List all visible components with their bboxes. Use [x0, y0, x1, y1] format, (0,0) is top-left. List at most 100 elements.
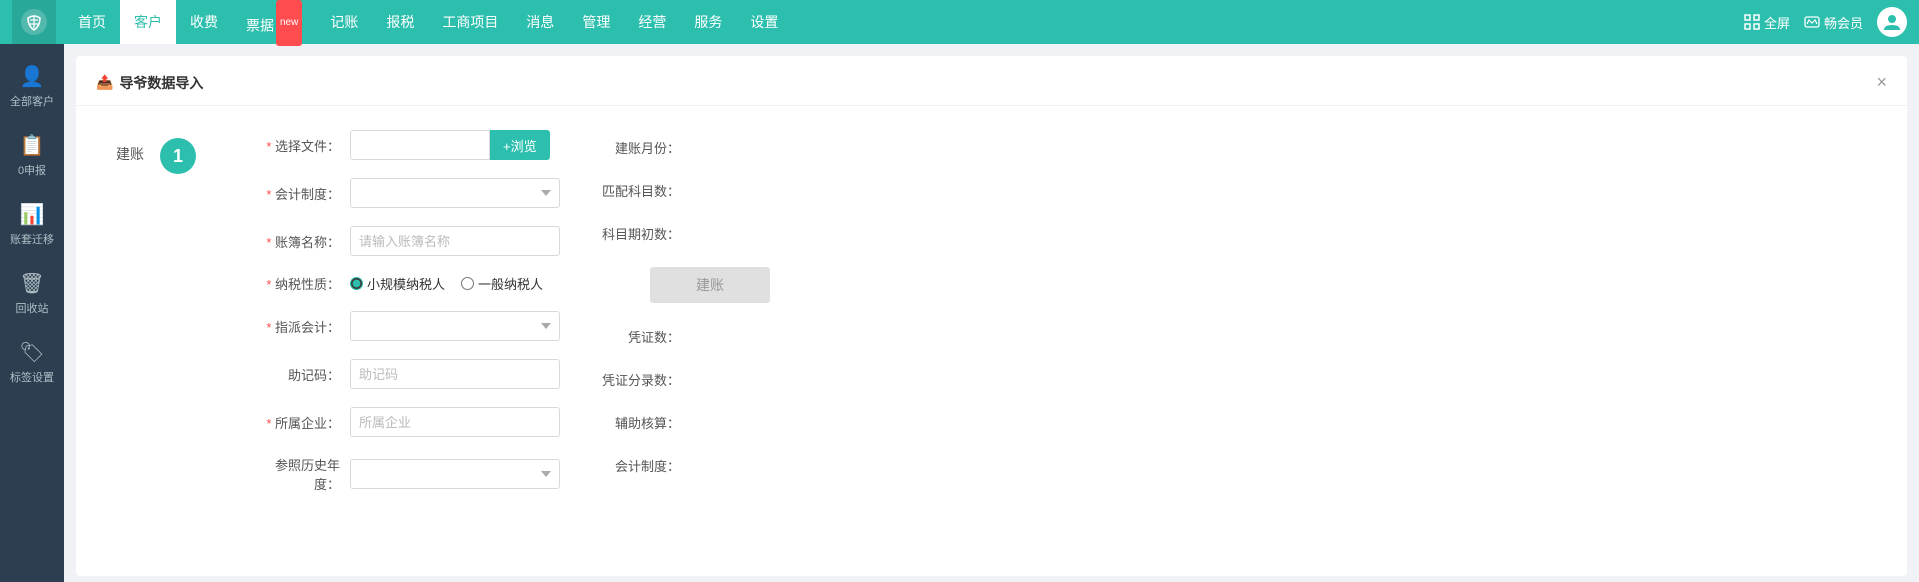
nav-item-tax[interactable]: 报税 [372, 0, 428, 44]
card-header: 📤 导爷数据导入 × [76, 56, 1907, 106]
tax-type-row: * 纳税性质： 小规模纳税人 一般纳税人 [260, 274, 560, 293]
nav-item-bookkeeping[interactable]: 记账 [316, 0, 372, 44]
all-clients-icon: 👤 [20, 64, 45, 89]
memo-code-input[interactable] [350, 359, 560, 389]
radio-general-label: 一般纳税人 [478, 274, 543, 293]
file-row: * 选择文件： +浏览 [260, 130, 560, 160]
radio-small-scale[interactable]: 小规模纳税人 [350, 274, 445, 293]
file-input-group: +浏览 [350, 130, 550, 160]
nav-item-settings[interactable]: 设置 [736, 0, 792, 44]
browse-button[interactable]: +浏览 [490, 130, 550, 160]
build-month-label: 建账月份： [600, 138, 690, 157]
create-btn-area: 建账 [600, 267, 820, 303]
tax-type-label: * 纳税性质： [260, 274, 350, 293]
assign-accountant-label: * 指派会计： [260, 317, 350, 336]
tags-label: 标签设置 [10, 369, 54, 385]
nav-item-invoice[interactable]: 票据new [232, 0, 316, 44]
belong-company-row: * 所属企业： [260, 407, 560, 437]
vip-label: 畅会员 [1824, 13, 1863, 32]
declare-icon: 📋 [20, 133, 45, 158]
reference-year-label: 参照历史年度： [260, 455, 350, 493]
title-icon: 📤 [96, 74, 113, 91]
fullscreen-label: 全屏 [1764, 13, 1790, 32]
voucher-count-label: 凭证数： [600, 327, 690, 346]
trash-icon: 🗑 [19, 271, 44, 296]
migrate-label: 账套迁移 [10, 231, 54, 247]
voucher-entries-row: 凭证分录数： [600, 370, 820, 389]
accounting-system-select[interactable] [350, 178, 560, 208]
nav-right: 全屏 畅会员 [1744, 7, 1907, 37]
sidebar-item-tags[interactable]: 🏷 标签设置 [0, 328, 64, 397]
step-label: 建账 [116, 138, 144, 164]
initial-balance-row: 科目期初数： [600, 224, 820, 243]
sidebar-item-migrate[interactable]: 📊 账套迁移 [0, 190, 64, 259]
nav-item-service[interactable]: 服务 [680, 0, 736, 44]
radio-general-input[interactable] [461, 277, 474, 290]
logo-icon [20, 8, 48, 36]
migrate-icon: 📊 [20, 202, 45, 227]
ledger-name-label: * 账簿名称： [260, 232, 350, 251]
new-badge: new [276, 0, 302, 46]
sidebar: 👤 全部客户 📋 0申报 📊 账套迁移 🗑 回收站 🏷 标签设置 [0, 44, 64, 582]
nav-item-clients[interactable]: 客户 [120, 0, 176, 44]
radio-small-scale-label: 小规模纳税人 [367, 274, 445, 293]
belong-company-label: * 所属企业： [260, 413, 350, 432]
close-button[interactable]: × [1876, 72, 1887, 93]
form-wrapper: 建账 1 * 选择文件： +浏览 [76, 106, 1907, 535]
sidebar-item-declare[interactable]: 📋 0申报 [0, 121, 64, 190]
accounting-system-label: * 会计制度： [260, 184, 350, 203]
trash-label: 回收站 [16, 300, 49, 316]
match-subjects-row: 匹配科目数： [600, 181, 820, 200]
memo-code-label: 助记码： [260, 365, 350, 384]
sidebar-item-trash[interactable]: 🗑 回收站 [0, 259, 64, 328]
match-subjects-label: 匹配科目数： [600, 181, 690, 200]
file-input[interactable] [350, 130, 490, 160]
build-month-row: 建账月份： [600, 138, 820, 157]
step-badge-area: 建账 1 [116, 138, 196, 511]
step-circle: 1 [160, 138, 196, 174]
user-avatar[interactable] [1877, 7, 1907, 37]
nav-item-operations[interactable]: 经营 [624, 0, 680, 44]
nav-item-business[interactable]: 工商项目 [428, 0, 512, 44]
form-left: * 选择文件： +浏览 * 会计制度： [260, 130, 560, 511]
belong-company-input[interactable] [350, 407, 560, 437]
ledger-name-row: * 账簿名称： [260, 226, 560, 256]
vip-button[interactable]: 畅会员 [1804, 13, 1863, 32]
sidebar-item-all-clients[interactable]: 👤 全部客户 [0, 52, 64, 121]
dialog-title: 📤 导爷数据导入 [96, 73, 203, 93]
voucher-count-row: 凭证数： [600, 327, 820, 346]
accounting-system-right-row: 会计制度： [600, 456, 820, 475]
all-clients-label: 全部客户 [10, 93, 54, 109]
content-area: 📤 导爷数据导入 × 建账 1 * 选择文件： [64, 44, 1919, 582]
main-layout: 👤 全部客户 📋 0申报 📊 账套迁移 🗑 回收站 🏷 标签设置 📤 导 [0, 44, 1919, 582]
logo [12, 0, 56, 44]
fullscreen-button[interactable]: 全屏 [1744, 13, 1790, 32]
nav-item-management[interactable]: 管理 [568, 0, 624, 44]
tax-type-radio-group: 小规模纳税人 一般纳税人 [350, 274, 543, 293]
aux-accounting-label: 辅助核算： [600, 413, 690, 432]
dialog-card: 📤 导爷数据导入 × 建账 1 * 选择文件： [76, 56, 1907, 576]
ledger-name-input[interactable] [350, 226, 560, 256]
nav-item-messages[interactable]: 消息 [512, 0, 568, 44]
voucher-entries-label: 凭证分录数： [600, 370, 690, 389]
accounting-system-row: * 会计制度： [260, 178, 560, 208]
create-account-button[interactable]: 建账 [650, 267, 770, 303]
reference-year-row: 参照历史年度： [260, 455, 560, 493]
tags-icon: 🏷 [19, 340, 44, 365]
title-text: 导爷数据导入 [119, 73, 203, 93]
reference-year-select[interactable] [350, 459, 560, 489]
aux-accounting-row: 辅助核算： [600, 413, 820, 432]
radio-small-scale-input[interactable] [350, 277, 363, 290]
memo-code-row: 助记码： [260, 359, 560, 389]
initial-balance-label: 科目期初数： [600, 224, 690, 243]
assign-accountant-row: * 指派会计： [260, 311, 560, 341]
vip-icon [1804, 14, 1820, 30]
avatar-icon [1882, 12, 1902, 32]
assign-accountant-select[interactable] [350, 311, 560, 341]
radio-general[interactable]: 一般纳税人 [461, 274, 543, 293]
right-panel: 建账月份： 匹配科目数： 科目期初数： 建账 [600, 130, 820, 511]
nav-item-home[interactable]: 首页 [64, 0, 120, 44]
declare-label: 0申报 [18, 162, 46, 178]
nav-items: 首页 客户 收费 票据new 记账 报税 工商项目 消息 管理 经营 服务 设置 [64, 0, 1744, 44]
nav-item-billing[interactable]: 收费 [176, 0, 232, 44]
